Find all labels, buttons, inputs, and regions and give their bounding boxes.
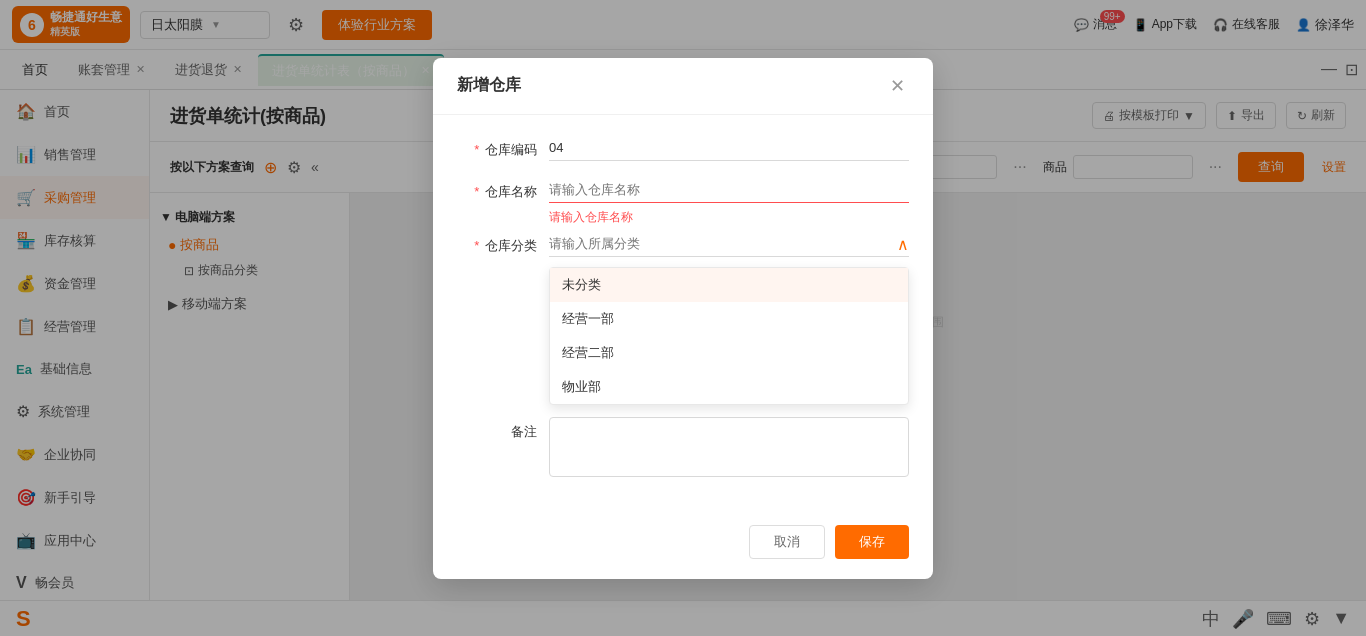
save-button[interactable]: 保存: [835, 525, 909, 559]
category-arrow-icon[interactable]: ∧: [897, 234, 909, 253]
code-input[interactable]: [549, 135, 909, 161]
category-field-row: * 仓库分类 ∧ 未分类 经营一部 经营二部 物业部: [457, 231, 909, 257]
name-field-row: * 仓库名称 请输入仓库名称: [457, 177, 909, 203]
dropdown-item-property[interactable]: 物业部: [550, 370, 908, 404]
dropdown-item-uncategorized[interactable]: 未分类: [550, 268, 908, 302]
name-error-message: 请输入仓库名称: [549, 209, 633, 226]
modal-close-button[interactable]: ✕: [885, 74, 909, 98]
category-label: * 仓库分类: [457, 231, 537, 255]
modal-title: 新增仓库: [457, 75, 521, 96]
category-input[interactable]: [549, 231, 909, 257]
name-label: * 仓库名称: [457, 177, 537, 201]
dropdown-item-ops2[interactable]: 经营二部: [550, 336, 908, 370]
modal-header: 新增仓库 ✕: [433, 58, 933, 115]
name-input[interactable]: [549, 177, 909, 203]
new-warehouse-modal: 新增仓库 ✕ * 仓库编码 * 仓库名称 请输入仓库名称: [433, 58, 933, 579]
notes-label: 备注: [457, 417, 537, 441]
modal-body: * 仓库编码 * 仓库名称 请输入仓库名称 * 仓库分类: [433, 115, 933, 513]
category-select-wrapper: ∧ 未分类 经营一部 经营二部 物业部: [549, 231, 909, 257]
notes-field-row: 备注: [457, 417, 909, 477]
notes-input[interactable]: [549, 417, 909, 477]
modal-footer: 取消 保存: [433, 513, 933, 579]
modal-overlay: 新增仓库 ✕ * 仓库编码 * 仓库名称 请输入仓库名称: [0, 0, 1366, 636]
cancel-button[interactable]: 取消: [749, 525, 825, 559]
category-dropdown: 未分类 经营一部 经营二部 物业部: [549, 267, 909, 405]
dropdown-item-ops1[interactable]: 经营一部: [550, 302, 908, 336]
code-field-row: * 仓库编码: [457, 135, 909, 161]
code-label: * 仓库编码: [457, 135, 537, 159]
